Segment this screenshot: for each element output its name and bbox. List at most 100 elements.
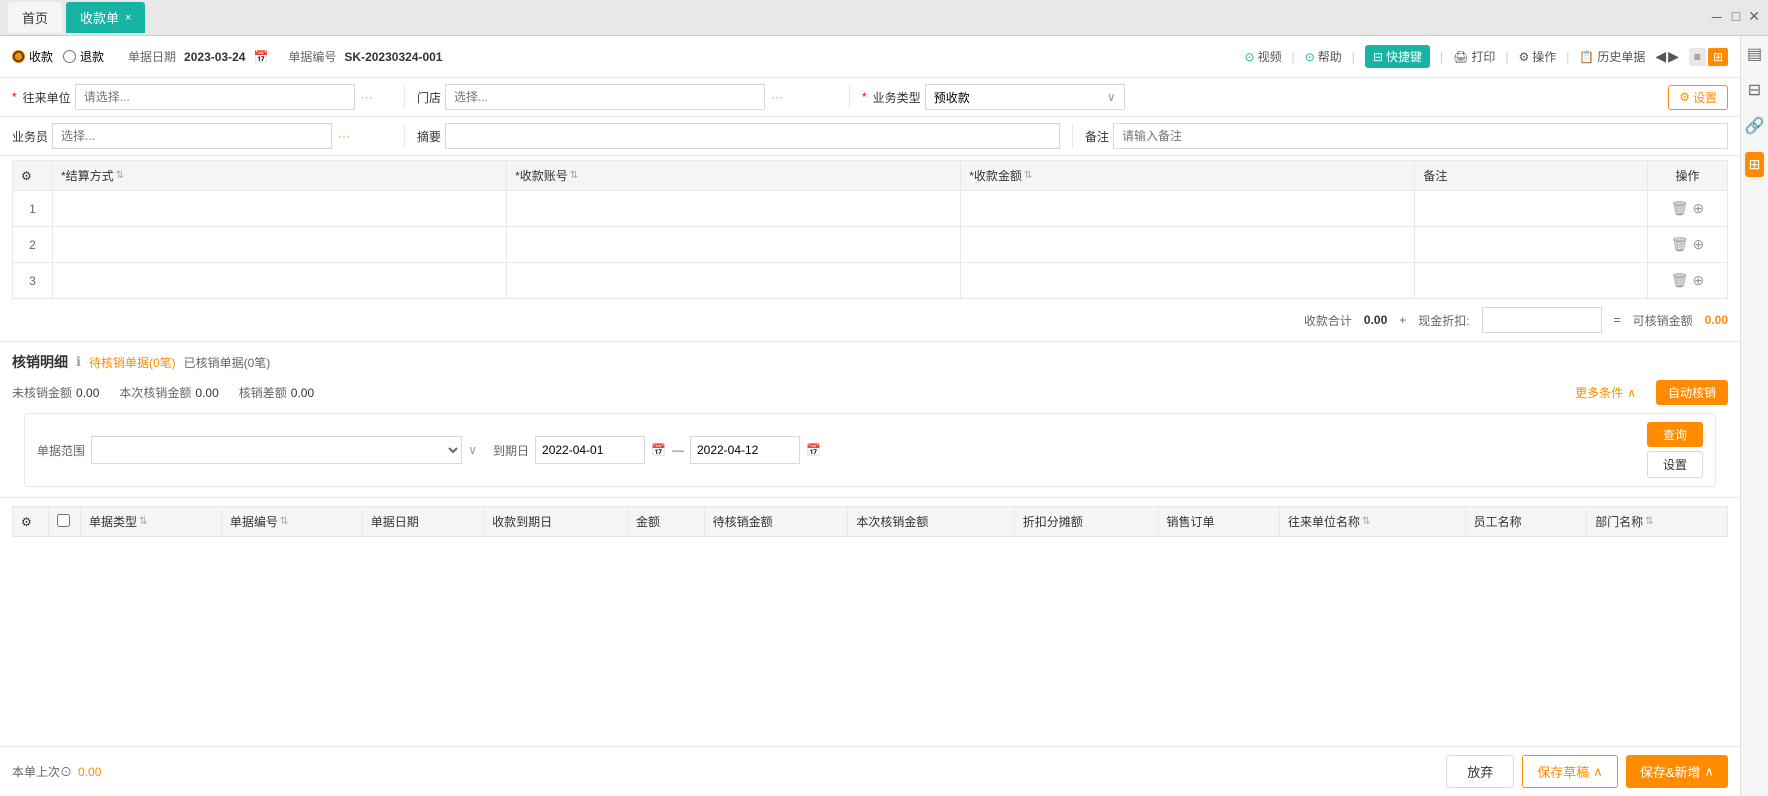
delete-icon-2[interactable]: 🗑 — [1671, 236, 1689, 253]
data-table-section: ⚙ *结算方式 ⇅ *收款账号 ⇅ — [0, 160, 1740, 299]
sort-doc-num[interactable]: ⇅ — [280, 516, 288, 527]
sort-settlement[interactable]: ⇅ — [116, 170, 124, 181]
delete-icon-3[interactable]: 🗑 — [1671, 272, 1689, 289]
cell-amount-1[interactable] — [961, 191, 1415, 227]
sort-account[interactable]: ⇅ — [570, 170, 578, 181]
btn-shortcut[interactable]: ⊟ 快捷键 — [1365, 45, 1430, 68]
stat-diff: 核销差额 0.00 — [239, 384, 314, 401]
reconcile-section: 核销明细 ℹ 待核销单据(0笔) 已核销单据(0笔) 未核销金额 0.00 本次… — [0, 342, 1740, 498]
cell-account-3[interactable] — [507, 263, 961, 299]
view-icons: ≡ ⊞ — [1689, 48, 1728, 66]
bth-current: 本次核销金额 — [848, 507, 1014, 537]
sidebar-expand-icon[interactable]: ⊞ — [1745, 152, 1765, 177]
stat-unreconciled: 未核销金额 0.00 — [12, 384, 99, 401]
cell-remark-2[interactable] — [1415, 227, 1648, 263]
discard-button[interactable]: 放弃 — [1446, 755, 1514, 788]
footer: 本单上次⊙ 0.00 放弃 保存草稿 ∧ 保存&新增 ∧ — [0, 746, 1740, 796]
unreconciled-label: 未核销金额 — [12, 384, 72, 401]
cell-remark-1[interactable] — [1415, 191, 1648, 227]
settings-button[interactable]: ⚙ 设置 — [1668, 85, 1728, 110]
reconcile-info-icon[interactable]: ℹ — [76, 354, 81, 370]
filter-cal-start-icon[interactable]: 📅 — [651, 443, 666, 457]
counterparty-input[interactable] — [75, 84, 355, 110]
nav-next-icon[interactable]: ▶ — [1668, 48, 1679, 65]
sidebar-link-icon[interactable]: 🔗 — [1745, 116, 1765, 136]
table-row: 2 🗑 ⊕ — [13, 227, 1728, 263]
cell-account-2[interactable] — [507, 227, 961, 263]
tab-bar: 首页 收款单 × － □ ✕ — [0, 0, 1768, 36]
sort-doc-type[interactable]: ⇅ — [139, 516, 147, 527]
cell-settlement-2[interactable] — [53, 227, 507, 263]
counterparty-dots[interactable]: ··· — [361, 90, 373, 104]
bth-settings[interactable]: ⚙ — [13, 507, 49, 537]
window-restore-icon[interactable]: □ — [1732, 8, 1740, 28]
tab-receipts[interactable]: 收款单 × — [66, 2, 145, 33]
remark-input[interactable] — [1113, 123, 1728, 149]
btn-history[interactable]: 📋 历史单据 — [1579, 48, 1645, 65]
form-row-2: 业务员 ··· 摘要 备注 — [0, 117, 1740, 156]
radio-refund[interactable]: 退款 — [63, 48, 104, 65]
tab-pending[interactable]: 待核销单据(0笔) — [89, 354, 176, 371]
doc-date-calendar-icon[interactable]: 📅 — [253, 50, 268, 64]
delete-icon-1[interactable]: 🗑 — [1671, 200, 1689, 217]
window-close-icon[interactable]: ✕ — [1748, 8, 1760, 28]
filter-settings-button[interactable]: 设置 — [1647, 451, 1703, 478]
summary-input[interactable] — [445, 123, 1060, 149]
nav-prev-icon[interactable]: ◀ — [1655, 48, 1666, 65]
salesperson-input[interactable] — [52, 123, 332, 149]
more-conditions[interactable]: 更多条件 ∧ — [1575, 384, 1636, 401]
bth-checkbox[interactable] — [49, 507, 81, 537]
window-minimize-icon[interactable]: － — [1710, 8, 1724, 28]
view-grid-icon[interactable]: ⊞ — [1708, 48, 1728, 66]
cell-amount-3[interactable] — [961, 263, 1415, 299]
total-value: 0.00 — [1364, 313, 1387, 327]
copy-icon-1[interactable]: ⊕ — [1693, 200, 1705, 217]
salesperson-dots[interactable]: ··· — [338, 129, 350, 143]
footer-buttons: 放弃 保存草稿 ∧ 保存&新增 ∧ — [1446, 755, 1728, 788]
btn-video[interactable]: ⊙ 视频 — [1245, 48, 1282, 65]
sidebar-doc-icon[interactable]: ⊟ — [1748, 80, 1761, 100]
auto-reconcile-button[interactable]: 自动核销 — [1656, 380, 1728, 405]
biz-type-required: * — [862, 90, 867, 104]
filter-range-select[interactable] — [91, 436, 462, 464]
store-dots[interactable]: ··· — [771, 90, 783, 104]
btn-help[interactable]: ⊙ 帮助 — [1305, 48, 1342, 65]
cell-amount-2[interactable] — [961, 227, 1415, 263]
sort-amount[interactable]: ⇅ — [1024, 170, 1032, 181]
divider3: | — [1440, 50, 1443, 64]
sidebar-table-icon[interactable]: ▤ — [1747, 44, 1762, 64]
filter-date-start[interactable] — [535, 436, 645, 464]
tab-done[interactable]: 已核销单据(0笔) — [184, 354, 271, 371]
filter-cal-end-icon[interactable]: 📅 — [806, 443, 821, 457]
select-all-checkbox[interactable] — [57, 514, 70, 527]
discount-input[interactable] — [1482, 307, 1602, 333]
settings-label: 设置 — [1693, 89, 1717, 106]
bth-discount: 折扣分摊额 — [1014, 507, 1158, 537]
cell-settlement-3[interactable] — [53, 263, 507, 299]
reconcile-label: 可核销金额 — [1633, 312, 1693, 329]
biz-type-dropdown[interactable]: 预收款 ∨ — [925, 84, 1125, 110]
btn-print[interactable]: 🖨 打印 — [1453, 48, 1495, 65]
sort-counterparty[interactable]: ⇅ — [1362, 516, 1370, 527]
store-input[interactable] — [445, 84, 765, 110]
salesperson-field: 业务员 ··· — [12, 123, 392, 149]
tab-home[interactable]: 首页 — [8, 2, 62, 33]
th-settings[interactable]: ⚙ — [13, 161, 53, 191]
copy-icon-2[interactable]: ⊕ — [1693, 236, 1705, 253]
radio-receive[interactable]: 收款 — [12, 48, 53, 65]
query-button[interactable]: 查询 — [1647, 422, 1703, 447]
cell-remark-3[interactable] — [1415, 263, 1648, 299]
cell-account-1[interactable] — [507, 191, 961, 227]
btn-operations[interactable]: ⚙ 操作 — [1518, 48, 1556, 65]
sort-dept[interactable]: ⇅ — [1645, 516, 1653, 527]
cell-settlement-1[interactable] — [53, 191, 507, 227]
filter-date-end[interactable] — [690, 436, 800, 464]
save-draft-button[interactable]: 保存草稿 ∧ — [1522, 755, 1618, 788]
biz-type-field: * 业务类型 预收款 ∨ — [862, 84, 1668, 110]
tab-close-icon[interactable]: × — [125, 12, 131, 24]
divider-f4 — [1072, 124, 1073, 148]
save-new-button[interactable]: 保存&新增 ∧ — [1626, 755, 1728, 788]
copy-icon-3[interactable]: ⊕ — [1693, 272, 1705, 289]
view-list-icon[interactable]: ≡ — [1689, 48, 1706, 66]
th-settlement: *结算方式 ⇅ — [53, 161, 507, 191]
